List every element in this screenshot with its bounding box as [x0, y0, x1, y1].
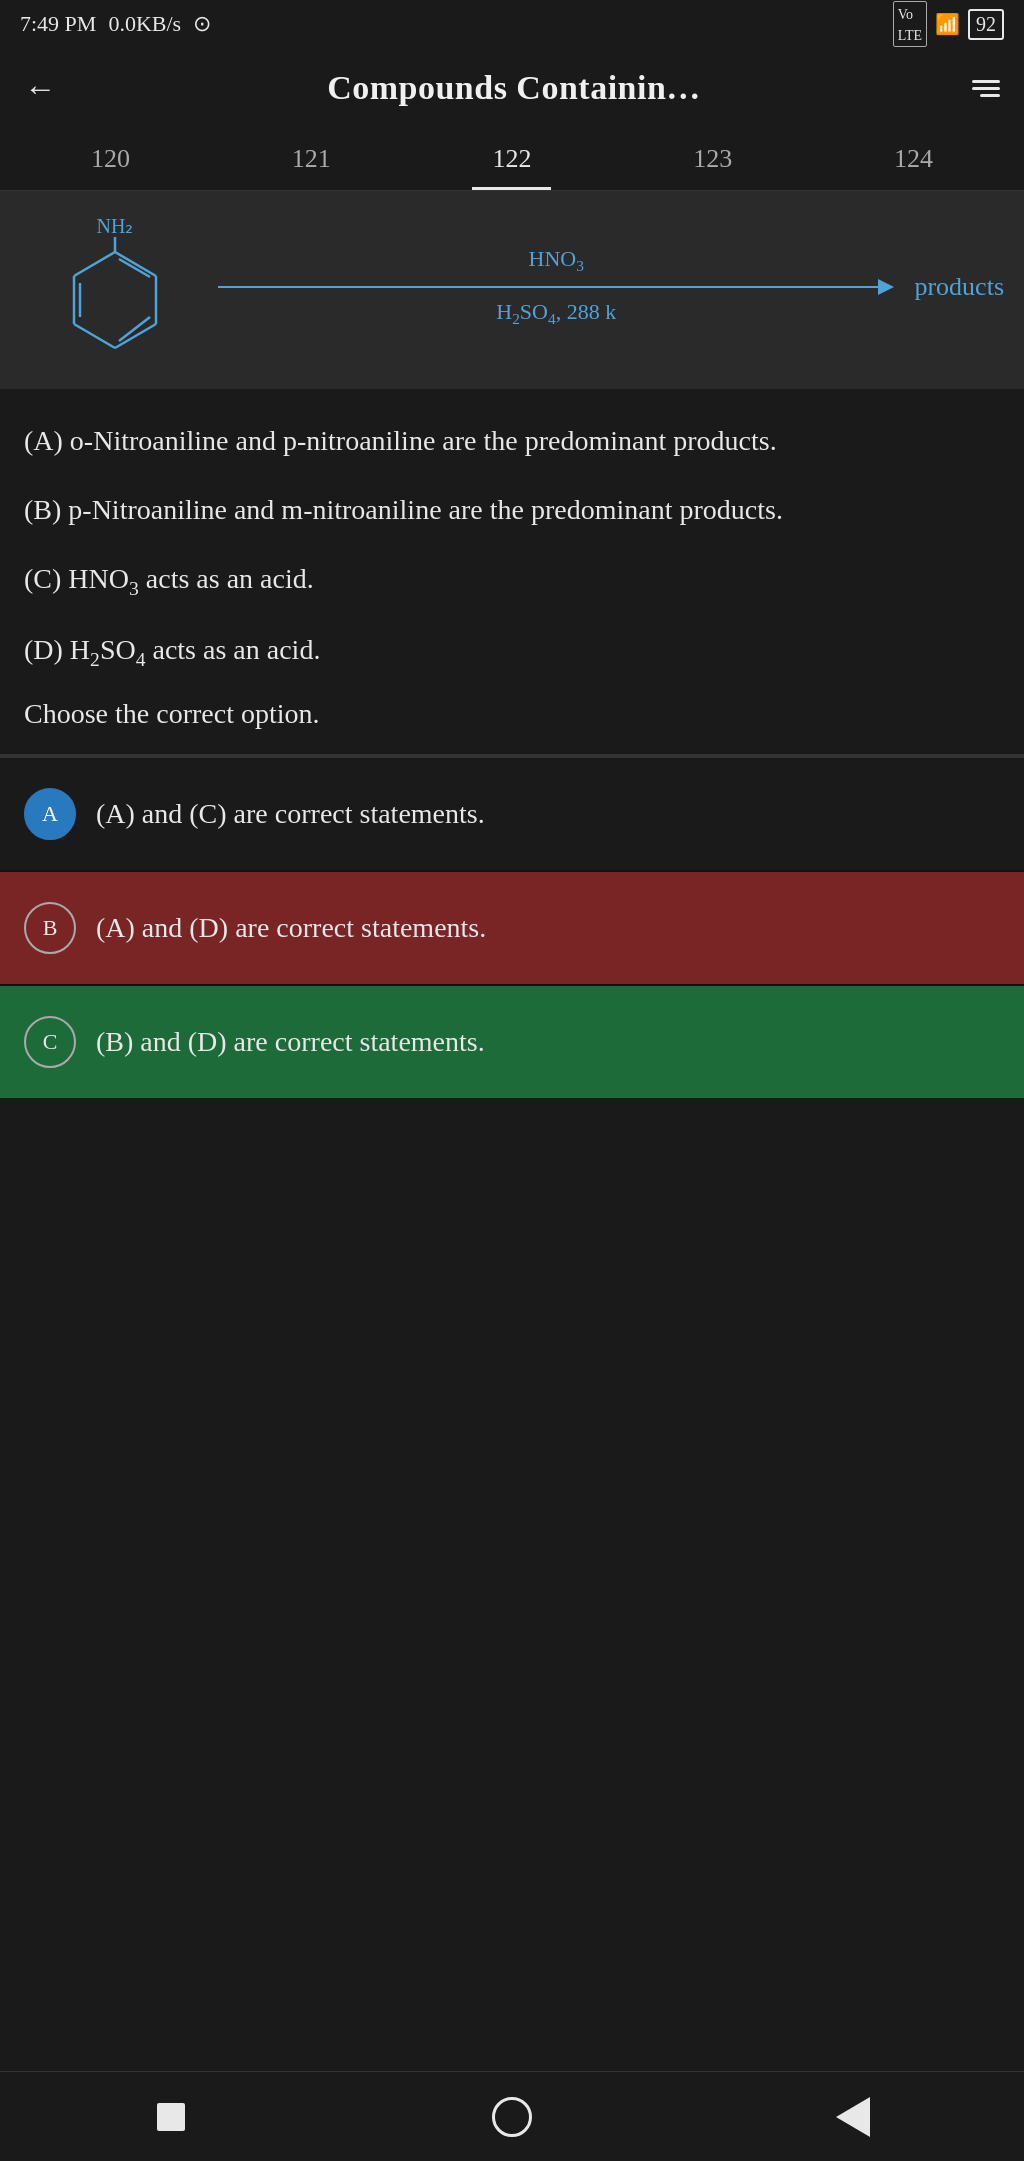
circle-icon: [492, 2097, 532, 2137]
menu-line-1: [972, 80, 1000, 83]
nav-home-button[interactable]: [490, 2095, 534, 2139]
question-area: (A) o-Nitroaniline and p-nitroaniline ar…: [0, 389, 1024, 754]
time-display: 7:49 PM: [20, 11, 96, 37]
instruction-text: Choose the correct option.: [24, 698, 1000, 730]
back-button[interactable]: ←: [24, 70, 56, 107]
option-a-text: (A) o-Nitroaniline and p-nitroaniline ar…: [24, 419, 1000, 464]
menu-line-3: [980, 94, 1000, 97]
option-circle-b: B: [24, 902, 76, 954]
option-circle-c: C: [24, 1016, 76, 1068]
signal-icon: 📶: [935, 12, 960, 36]
reagent-below: H2SO4, 288 k: [496, 299, 616, 328]
molecule-structure: NH₂: [20, 215, 210, 359]
square-icon: [157, 2103, 185, 2131]
svg-line-4: [74, 324, 115, 348]
triangle-icon: [836, 2097, 870, 2137]
nav-square-button[interactable]: [149, 2095, 193, 2139]
answer-a-label: (A) and (C) are correct statements.: [96, 793, 485, 835]
answer-c-label: (B) and (D) are correct statements.: [96, 1021, 485, 1063]
spacer: [0, 1098, 1024, 1498]
option-c-text: (C) HNO3 acts as an acid.: [24, 557, 1000, 604]
status-bar: 7:49 PM 0.0KB/s ⊙ VoLTE 📶 92: [0, 0, 1024, 48]
reaction-arrow-area: HNO3 H2SO4, 288 k: [210, 246, 902, 329]
tab-120[interactable]: 120: [71, 128, 150, 190]
answer-option-b[interactable]: B (A) and (D) are correct statements.: [0, 872, 1024, 984]
page-title: Compounds Containin…: [327, 69, 701, 107]
tab-122[interactable]: 122: [472, 128, 551, 190]
status-right: VoLTE 📶 92: [893, 1, 1004, 47]
tab-124[interactable]: 124: [874, 128, 953, 190]
tab-bar: 120 121 122 123 124: [0, 128, 1024, 191]
nav-bar: [0, 2071, 1024, 2161]
app-header: ← Compounds Containin…: [0, 48, 1024, 128]
option-circle-a: A: [24, 788, 76, 840]
reaction-diagram: NH₂ HNO3: [0, 191, 1024, 389]
reaction-arrow: [218, 279, 894, 295]
data-speed: 0.0KB/s: [108, 11, 181, 37]
svg-line-6: [74, 252, 115, 276]
menu-line-2: [972, 87, 1000, 90]
nav-back-button[interactable]: [831, 2095, 875, 2139]
answer-option-a[interactable]: A (A) and (C) are correct statements.: [0, 758, 1024, 870]
tab-123[interactable]: 123: [673, 128, 752, 190]
option-d-text: (D) H2SO4 acts as an acid.: [24, 628, 1000, 675]
network-type: VoLTE: [893, 1, 927, 47]
answer-option-c[interactable]: C (B) and (D) are correct statements.: [0, 986, 1024, 1098]
arrow-line: [218, 286, 878, 288]
sync-icon: ⊙: [193, 11, 211, 37]
svg-line-1: [115, 252, 156, 276]
answer-b-label: (A) and (D) are correct statements.: [96, 907, 486, 949]
tab-121[interactable]: 121: [272, 128, 351, 190]
products-label: products: [914, 272, 1004, 302]
status-left: 7:49 PM 0.0KB/s ⊙: [20, 11, 211, 37]
menu-button[interactable]: [972, 80, 1000, 97]
svg-line-7: [119, 259, 150, 277]
battery-display: 92: [968, 9, 1004, 40]
arrow-head: [878, 279, 894, 295]
reagent-above: HNO3: [529, 246, 584, 275]
svg-text:NH₂: NH₂: [97, 215, 134, 237]
option-b-text: (B) p-Nitroaniline and m-nitroaniline ar…: [24, 488, 1000, 533]
